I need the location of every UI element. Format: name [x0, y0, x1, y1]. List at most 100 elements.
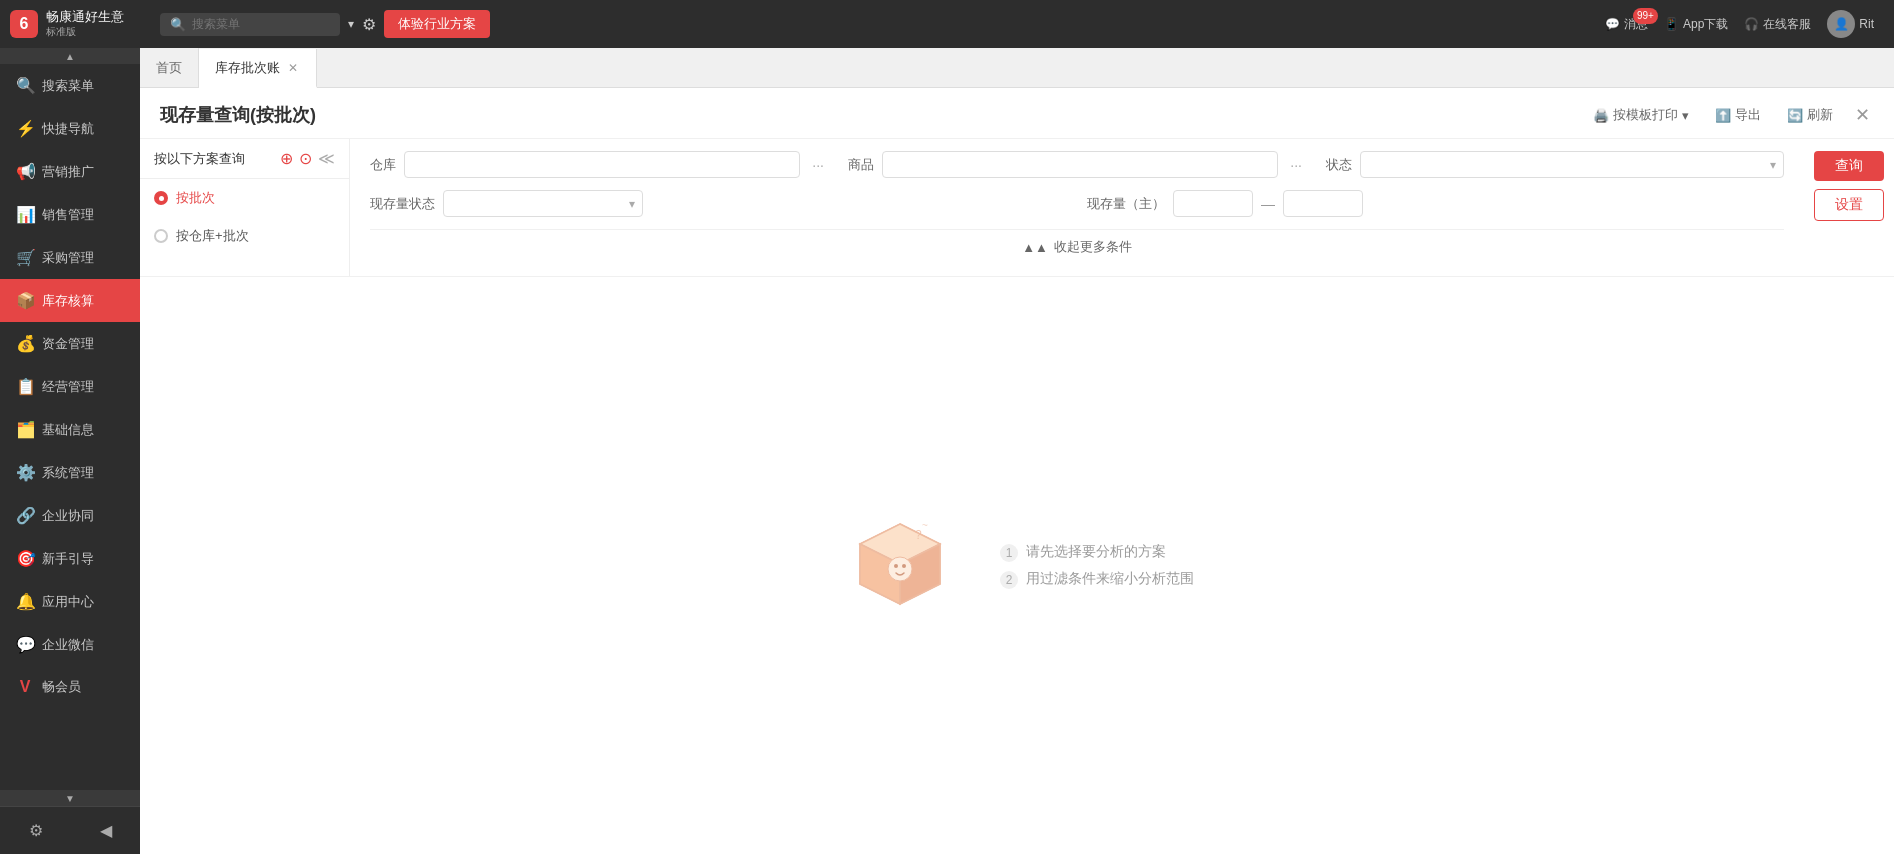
sidebar-item-marketing[interactable]: 📢 营销推广	[0, 150, 140, 193]
sidebar-item-wechat[interactable]: 💬 企业微信	[0, 623, 140, 666]
radio-by-warehouse-batch	[154, 229, 168, 243]
collapse-panel-button[interactable]: ≪	[318, 149, 335, 168]
sidebar-finance-label: 资金管理	[42, 335, 94, 353]
add-scheme-button[interactable]: ⊕	[280, 149, 293, 168]
marketing-icon: 📢	[16, 162, 34, 181]
stock-status-select-wrapper: 全部	[443, 190, 643, 217]
scheme-by-warehouse-batch-label: 按仓库+批次	[176, 227, 249, 245]
collapse-up-icon: ▲▲	[1022, 240, 1048, 255]
sidebar-wechat-label: 企业微信	[42, 636, 94, 654]
header-search-box[interactable]: 🔍	[160, 13, 340, 36]
print-icon: 🖨️	[1593, 108, 1609, 123]
app-download-action[interactable]: 📱 App下载	[1664, 16, 1728, 33]
filter-section: 按以下方案查询 ⊕ ⊙ ≪ 按批次	[140, 139, 1894, 277]
query-button[interactable]: 查询	[1814, 151, 1884, 181]
sidebar: ▲ 🔍 搜索菜单 ⚡ 快捷导航 📢 营销推广 📊 销售管理 🛒 采购管理	[0, 48, 140, 854]
product-label: 商品	[848, 156, 874, 174]
header-dropdown-button[interactable]: ▾	[348, 17, 354, 31]
set-button[interactable]: 设置	[1814, 189, 1884, 221]
sidebar-operation-label: 经营管理	[42, 378, 94, 396]
sidebar-member-label: 畅会员	[42, 678, 81, 696]
print-template-button[interactable]: 🖨️ 按模板打印 ▾	[1585, 102, 1697, 128]
stock-status-select[interactable]: 全部	[443, 190, 643, 217]
sidebar-item-enterprise[interactable]: 🔗 企业协同	[0, 494, 140, 537]
search-menu-icon: 🔍	[16, 76, 34, 95]
refresh-button[interactable]: 🔄 刷新	[1779, 102, 1841, 128]
scheme-item-by-warehouse-batch[interactable]: 按仓库+批次	[140, 217, 349, 255]
online-service-action[interactable]: 🎧 在线客服	[1744, 16, 1811, 33]
sidebar-quick-nav-label: 快捷导航	[42, 120, 94, 138]
sidebar-item-finance[interactable]: 💰 资金管理	[0, 322, 140, 365]
sidebar-item-apps[interactable]: 🔔 应用中心	[0, 580, 140, 623]
sidebar-item-sales[interactable]: 📊 销售管理	[0, 193, 140, 236]
sidebar-scroll-up[interactable]: ▲	[0, 48, 140, 64]
scheme-settings-button[interactable]: ⊙	[299, 149, 312, 168]
sidebar-settings-button[interactable]: ⚙	[23, 815, 49, 846]
apps-icon: 🔔	[16, 592, 34, 611]
logo-area: 6 畅康通好生意 标准版	[10, 9, 150, 39]
sales-icon: 📊	[16, 205, 34, 224]
header-search-input[interactable]	[192, 17, 312, 31]
user-name: Rit	[1859, 17, 1874, 31]
left-panel-title: 按以下方案查询	[154, 150, 245, 168]
online-service-label: 在线客服	[1763, 16, 1811, 33]
logo-text-block: 畅康通好生意 标准版	[46, 9, 124, 39]
operation-icon: 📋	[16, 377, 34, 396]
tab-home[interactable]: 首页	[140, 48, 199, 87]
sidebar-item-search[interactable]: 🔍 搜索菜单	[0, 64, 140, 107]
refresh-label: 刷新	[1807, 106, 1833, 124]
empty-state: ? ~ 1 请先选择要分析的方案 2 用过滤条件来缩小	[140, 277, 1894, 854]
svg-text:?: ?	[915, 528, 922, 542]
header-gear-button[interactable]: ⚙	[362, 15, 376, 34]
experience-button[interactable]: 体验行业方案	[384, 10, 490, 38]
page-header: 现存量查询(按批次) 🖨️ 按模板打印 ▾ ⬆️ 导出 🔄 刷新	[140, 88, 1894, 139]
sidebar-item-purchase[interactable]: 🛒 采购管理	[0, 236, 140, 279]
product-more-button[interactable]: ···	[1286, 157, 1306, 173]
status-select-wrapper: 全部	[1360, 151, 1784, 178]
filter-row-1: 仓库 ··· 商品 ··· 状态	[370, 151, 1784, 178]
collapse-more-conditions-button[interactable]: ▲▲ 收起更多条件	[370, 229, 1784, 264]
sidebar-system-label: 系统管理	[42, 464, 94, 482]
app-name: 畅康通好生意	[46, 9, 124, 25]
sidebar-item-system[interactable]: ⚙️ 系统管理	[0, 451, 140, 494]
empty-content: ? ~ 1 请先选择要分析的方案 2 用过滤条件来缩小	[840, 504, 1194, 627]
hint-text-1: 请先选择要分析的方案	[1026, 543, 1166, 561]
sidebar-purchase-label: 采购管理	[42, 249, 94, 267]
wechat-icon: 💬	[16, 635, 34, 654]
finance-icon: 💰	[16, 334, 34, 353]
headset-icon: 🎧	[1744, 17, 1759, 31]
stock-qty-label: 现存量（主）	[1087, 195, 1165, 213]
purchase-icon: 🛒	[16, 248, 34, 267]
tab-close-button[interactable]: ✕	[286, 59, 300, 77]
stock-qty-max-input[interactable]	[1283, 190, 1363, 217]
warehouse-input[interactable]	[404, 151, 800, 178]
sidebar-item-member[interactable]: V 畅会员	[0, 666, 140, 708]
sidebar-collapse-button[interactable]: ◀	[94, 815, 118, 846]
sidebar-item-inventory[interactable]: 📦 库存核算	[0, 279, 140, 322]
quick-nav-icon: ⚡	[16, 119, 34, 138]
svg-point-5	[894, 564, 898, 568]
product-input[interactable]	[882, 151, 1278, 178]
stock-qty-min-input[interactable]	[1173, 190, 1253, 217]
export-button[interactable]: ⬆️ 导出	[1707, 102, 1769, 128]
sidebar-item-quick-nav[interactable]: ⚡ 快捷导航	[0, 107, 140, 150]
sidebar-search-label: 搜索菜单	[42, 77, 94, 95]
sidebar-item-guide[interactable]: 🎯 新手引导	[0, 537, 140, 580]
warehouse-label: 仓库	[370, 156, 396, 174]
sidebar-item-basic[interactable]: 🗂️ 基础信息	[0, 408, 140, 451]
basic-icon: 🗂️	[16, 420, 34, 439]
empty-illustration: ? ~	[840, 504, 960, 627]
messages-badge: 99+	[1633, 8, 1658, 24]
warehouse-more-button[interactable]: ···	[808, 157, 828, 173]
hint-text-2: 用过滤条件来缩小分析范围	[1026, 570, 1194, 588]
user-area[interactable]: 👤 Rit	[1827, 10, 1874, 38]
tab-batch-account[interactable]: 库存批次账 ✕	[199, 49, 317, 88]
sidebar-scroll-down[interactable]: ▼	[0, 790, 140, 806]
sidebar-item-operation[interactable]: 📋 经营管理	[0, 365, 140, 408]
status-select[interactable]: 全部	[1360, 151, 1784, 178]
page-close-button[interactable]: ✕	[1851, 100, 1874, 130]
messages-action[interactable]: 💬 消息 99+	[1605, 16, 1648, 33]
sidebar-bottom: ⚙ ◀	[0, 806, 140, 854]
right-filter-container: 仓库 ··· 商品 ··· 状态	[350, 139, 1894, 276]
scheme-item-by-batch[interactable]: 按批次	[140, 179, 349, 217]
